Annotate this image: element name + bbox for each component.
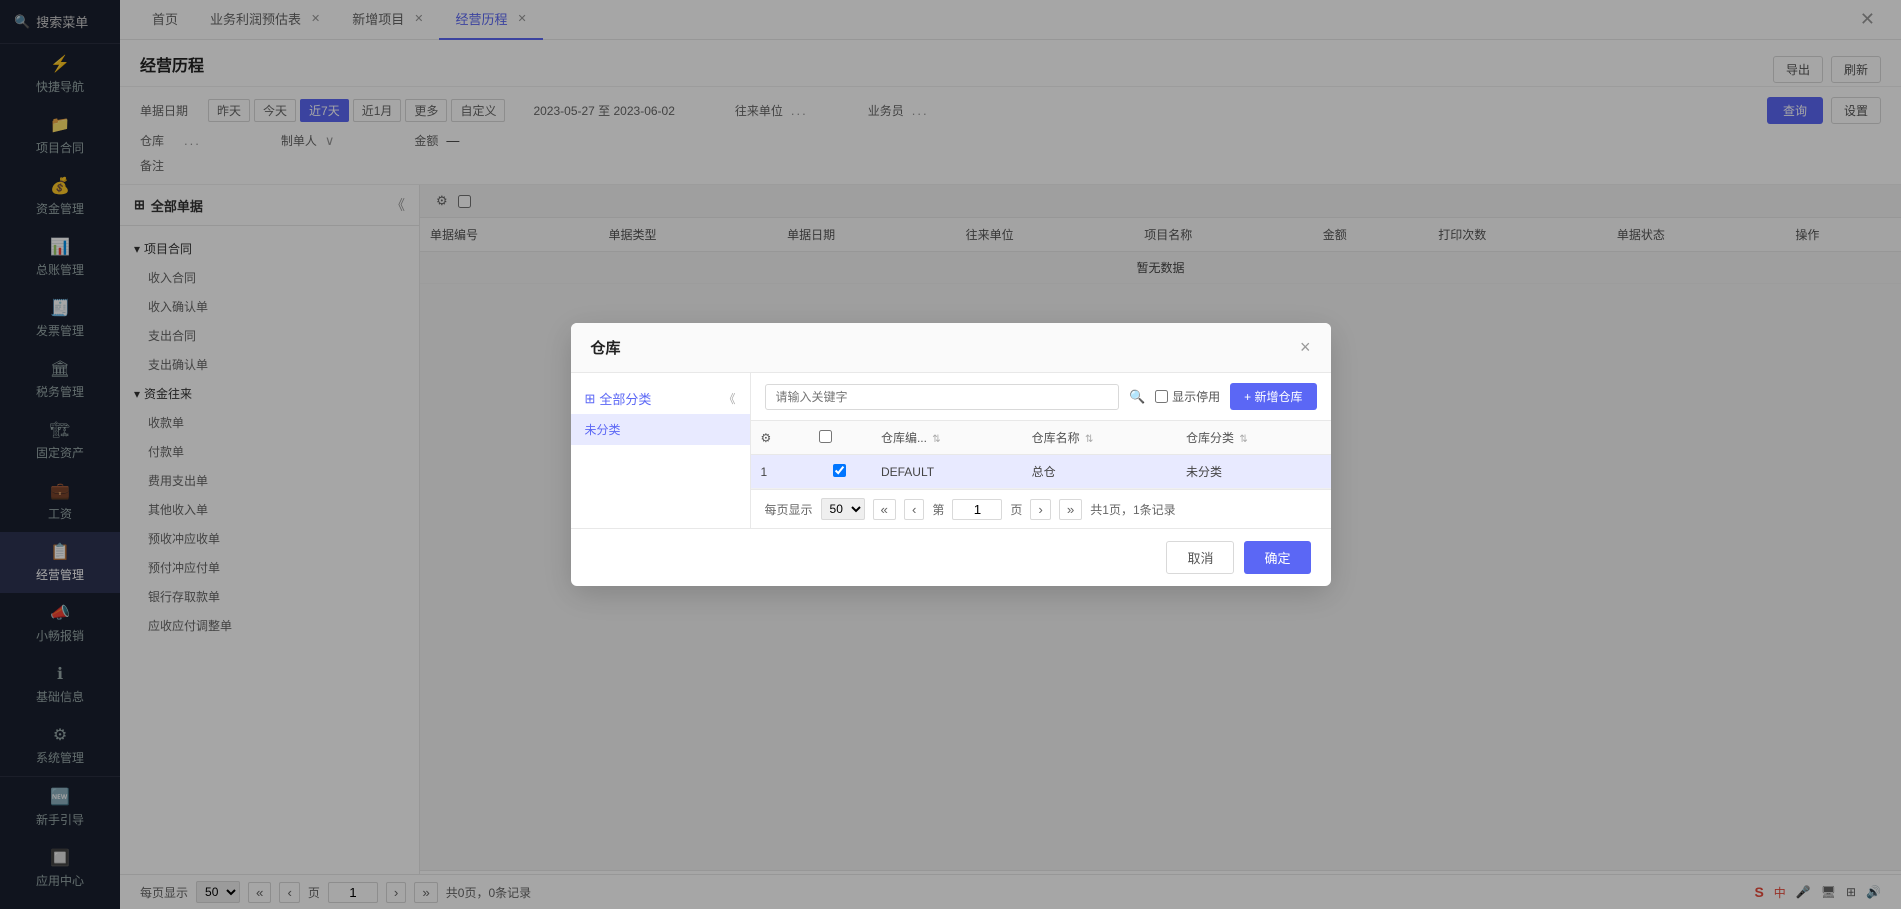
table-row[interactable]: 1 DEFAULT 总仓 未分类: [751, 455, 1331, 489]
row-category: 未分类: [1176, 455, 1330, 489]
modal-per-page-label: 每页显示: [765, 501, 813, 518]
search-icon-modal[interactable]: 🔍: [1129, 389, 1145, 405]
row-num: 1: [751, 455, 809, 489]
modal-footer-actions: 取消 确定: [571, 528, 1331, 586]
row-checkbox-cell: [809, 455, 871, 489]
modal-title: 仓库: [591, 337, 621, 358]
modal-content-panel: 🔍 显示停用 + 新增仓库 ⚙: [751, 373, 1331, 528]
grid-icon-modal: ⊞: [585, 391, 596, 407]
modal-cancel-button[interactable]: 取消: [1166, 541, 1234, 574]
modal-first-btn[interactable]: «: [873, 499, 896, 520]
row-name: 总仓: [1022, 455, 1176, 489]
modal-all-categories[interactable]: ⊞ 全部分类 《: [571, 383, 750, 414]
warehouse-table: ⚙ 仓库编... ⇅ 仓库名称 ⇅: [751, 421, 1331, 489]
modal-close-button[interactable]: ×: [1300, 337, 1311, 358]
show-disabled-checkbox[interactable]: [1155, 390, 1168, 403]
modal-select-all[interactable]: [819, 430, 832, 443]
show-disabled-label: 显示停用: [1155, 388, 1220, 405]
sort-icon-category: ⇅: [1239, 434, 1247, 445]
col-select: [809, 421, 871, 455]
modal-per-page-select[interactable]: 50: [821, 498, 865, 520]
modal-page-word: 页: [1010, 501, 1022, 518]
modal-total: 共1页，1条记录: [1090, 501, 1175, 518]
warehouse-modal: 仓库 × ⊞ 全部分类 《 未分类 🔍: [571, 323, 1331, 586]
row-code: DEFAULT: [871, 455, 1022, 489]
modal-category-unclassified[interactable]: 未分类: [571, 414, 750, 445]
warehouse-search-input[interactable]: [765, 384, 1119, 410]
col-settings: ⚙: [751, 421, 809, 455]
col-warehouse-name: 仓库名称 ⇅: [1022, 421, 1176, 455]
modal-collapse-icon[interactable]: 《: [723, 390, 735, 407]
modal-page-label: 第: [932, 501, 944, 518]
sort-icon-name: ⇅: [1085, 434, 1093, 445]
sort-icon-code: ⇅: [932, 434, 940, 445]
modal-confirm-button[interactable]: 确定: [1244, 541, 1310, 574]
modal-category-panel: ⊞ 全部分类 《 未分类: [571, 373, 751, 528]
modal-next-btn[interactable]: ›: [1030, 499, 1050, 520]
modal-header: 仓库 ×: [571, 323, 1331, 373]
col-warehouse-category: 仓库分类 ⇅: [1176, 421, 1330, 455]
modal-body: ⊞ 全部分类 《 未分类 🔍 显示停用 + 新增: [571, 373, 1331, 528]
modal-table-header: ⚙ 仓库编... ⇅ 仓库名称 ⇅: [751, 421, 1331, 455]
modal-prev-btn[interactable]: ‹: [904, 499, 924, 520]
modal-table-area: ⚙ 仓库编... ⇅ 仓库名称 ⇅: [751, 421, 1331, 489]
row-checkbox[interactable]: [833, 464, 846, 477]
add-warehouse-button[interactable]: + 新增仓库: [1230, 383, 1316, 410]
modal-toolbar: 🔍 显示停用 + 新增仓库: [751, 373, 1331, 421]
modal-last-btn[interactable]: »: [1059, 499, 1082, 520]
modal-overlay: 仓库 × ⊞ 全部分类 《 未分类 🔍: [0, 0, 1901, 909]
modal-page-input[interactable]: [952, 499, 1002, 520]
col-warehouse-code: 仓库编... ⇅: [871, 421, 1022, 455]
modal-pagination: 每页显示 50 « ‹ 第 页 › » 共1页，1条记录: [751, 489, 1331, 528]
